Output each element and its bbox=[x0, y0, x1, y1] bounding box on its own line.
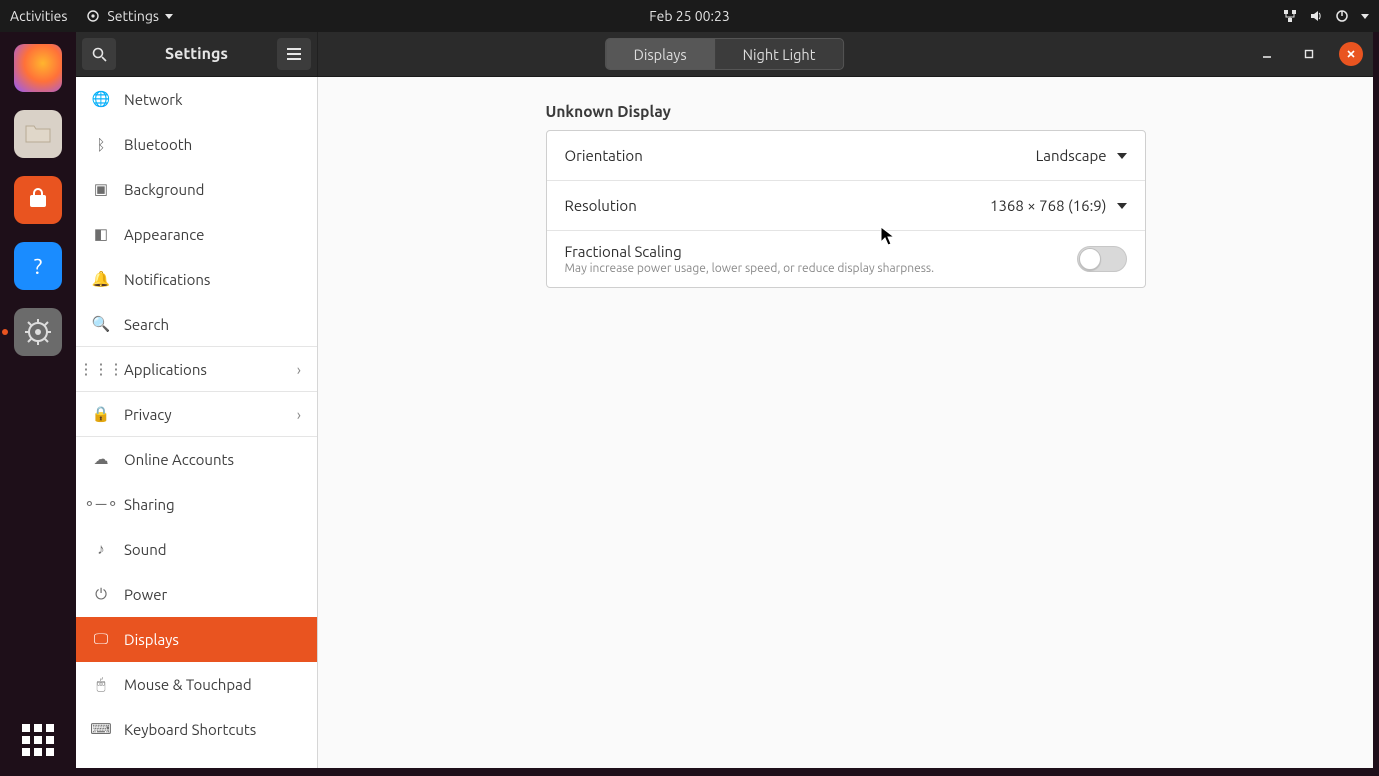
activities-button[interactable]: Activities bbox=[10, 8, 67, 24]
tab-displays[interactable]: Displays bbox=[606, 39, 715, 69]
app-menu-label: Settings bbox=[107, 8, 159, 24]
chevron-down-icon bbox=[1117, 153, 1127, 159]
sidebar-item-label: Notifications bbox=[124, 271, 210, 288]
sidebar-item-label: Appearance bbox=[124, 226, 204, 243]
notifications-icon: 🔔 bbox=[92, 270, 110, 288]
bluetooth-icon: ᛒ bbox=[92, 136, 110, 153]
sidebar-item-label: Bluetooth bbox=[124, 136, 192, 153]
window-title: Settings bbox=[122, 45, 271, 63]
globe-icon: 🌐 bbox=[92, 90, 110, 108]
sidebar-item-mouse-touchpad[interactable]: 🖱 Mouse & Touchpad bbox=[76, 662, 317, 707]
resolution-dropdown[interactable]: 1368 × 768 (16:9) bbox=[990, 197, 1127, 214]
sidebar-item-label: Online Accounts bbox=[124, 451, 234, 468]
privacy-icon: 🔒 bbox=[92, 405, 110, 423]
sidebar-item-label: Network bbox=[124, 91, 183, 108]
minimize-icon bbox=[1262, 49, 1272, 59]
view-switcher: Displays Night Light bbox=[605, 38, 845, 70]
sidebar-item-sharing[interactable]: ⚬─⚬ Sharing bbox=[76, 482, 317, 527]
keyboard-icon: ⌨ bbox=[92, 720, 110, 738]
hamburger-icon bbox=[286, 47, 302, 61]
resolution-value: 1368 × 768 (16:9) bbox=[990, 197, 1107, 214]
sidebar-item-appearance[interactable]: ◧ Appearance bbox=[76, 212, 317, 257]
maximize-icon bbox=[1304, 49, 1314, 59]
sidebar-item-bluetooth[interactable]: ᛒ Bluetooth bbox=[76, 122, 317, 167]
sidebar-item-keyboard-shortcuts[interactable]: ⌨ Keyboard Shortcuts bbox=[76, 707, 317, 752]
sharing-icon: ⚬─⚬ bbox=[92, 495, 110, 513]
appearance-icon: ◧ bbox=[92, 225, 110, 243]
dock-app-files[interactable] bbox=[14, 110, 62, 158]
orientation-label: Orientation bbox=[565, 147, 643, 164]
dock: ? bbox=[0, 32, 76, 776]
sidebar-item-background[interactable]: ▣ Background bbox=[76, 167, 317, 212]
sidebar-item-label: Search bbox=[124, 316, 169, 333]
close-icon bbox=[1346, 49, 1356, 59]
sidebar-item-label: Power bbox=[124, 586, 167, 603]
orientation-row[interactable]: Orientation Landscape bbox=[547, 131, 1145, 181]
volume-icon[interactable] bbox=[1309, 9, 1323, 23]
window-close-button[interactable] bbox=[1339, 42, 1363, 66]
content-area: Unknown Display Orientation Landscape Re… bbox=[318, 77, 1373, 768]
gnome-top-panel: Activities Settings Feb 25 00:23 bbox=[0, 0, 1379, 32]
fractional-scaling-switch[interactable] bbox=[1077, 246, 1127, 272]
sidebar-item-power[interactable]: ⏻ Power bbox=[76, 572, 317, 617]
settings-sidebar[interactable]: 🌐 Network ᛒ Bluetooth ▣ Background ◧ Appeara… bbox=[76, 77, 318, 768]
sidebar-item-label: Sharing bbox=[124, 496, 175, 513]
fractional-scaling-row: Fractional Scaling May increase power us… bbox=[547, 231, 1145, 287]
network-icon[interactable] bbox=[1283, 9, 1297, 23]
sidebar-item-displays[interactable]: 🖵 Displays bbox=[76, 617, 317, 662]
search-button[interactable] bbox=[82, 38, 116, 70]
orientation-value: Landscape bbox=[1036, 147, 1107, 164]
power-icon[interactable] bbox=[1335, 9, 1349, 23]
applications-icon: ⋮⋮⋮ bbox=[92, 360, 110, 378]
chevron-down-icon bbox=[1117, 203, 1127, 209]
tab-night-light[interactable]: Night Light bbox=[715, 39, 844, 69]
resolution-label: Resolution bbox=[565, 197, 637, 214]
sidebar-item-search[interactable]: 🔍 Search bbox=[76, 302, 317, 347]
sidebar-item-label: Keyboard Shortcuts bbox=[124, 721, 256, 738]
background-icon: ▣ bbox=[92, 180, 110, 198]
chevron-down-icon bbox=[165, 14, 173, 19]
fractional-scaling-label: Fractional Scaling bbox=[565, 243, 935, 260]
mouse-icon: 🖱 bbox=[92, 675, 110, 693]
sidebar-item-sound[interactable]: ♪ Sound bbox=[76, 527, 317, 572]
dock-app-help[interactable]: ? bbox=[14, 242, 62, 290]
displays-icon: 🖵 bbox=[92, 630, 110, 648]
window-minimize-button[interactable] bbox=[1255, 42, 1279, 66]
fractional-scaling-subtext: May increase power usage, lower speed, o… bbox=[565, 262, 935, 275]
orientation-dropdown[interactable]: Landscape bbox=[1036, 147, 1127, 164]
search-icon bbox=[91, 46, 107, 62]
chevron-down-icon[interactable] bbox=[1361, 14, 1369, 19]
sidebar-item-online-accounts[interactable]: ☁ Online Accounts bbox=[76, 437, 317, 482]
sidebar-item-label: Displays bbox=[124, 631, 179, 648]
app-menu[interactable]: Settings bbox=[85, 8, 173, 24]
sidebar-item-label: Privacy bbox=[124, 406, 172, 423]
sidebar-item-label: Sound bbox=[124, 541, 167, 558]
dock-app-applications[interactable] bbox=[20, 722, 56, 758]
dock-app-settings[interactable] bbox=[14, 308, 62, 356]
cloud-icon: ☁ bbox=[92, 450, 110, 468]
sound-icon: ♪ bbox=[92, 540, 110, 558]
sidebar-item-applications[interactable]: ⋮⋮⋮ Applications › bbox=[76, 347, 317, 392]
display-settings-panel: Orientation Landscape Resolution 1368 × … bbox=[546, 130, 1146, 288]
search-icon: 🔍 bbox=[92, 315, 110, 333]
sidebar-item-network[interactable]: 🌐 Network bbox=[76, 77, 317, 122]
chevron-right-icon: › bbox=[297, 406, 301, 423]
sidebar-item-privacy[interactable]: 🔒 Privacy › bbox=[76, 392, 317, 437]
gear-icon bbox=[85, 8, 101, 24]
resolution-row[interactable]: Resolution 1368 × 768 (16:9) bbox=[547, 181, 1145, 231]
dock-app-firefox[interactable] bbox=[14, 44, 62, 92]
settings-window: Settings Displays Night Light 🌐 Network ᛒ… bbox=[76, 32, 1373, 768]
sidebar-item-label: Applications bbox=[124, 361, 207, 378]
sidebar-item-label: Mouse & Touchpad bbox=[124, 676, 252, 693]
dock-app-software[interactable] bbox=[14, 176, 62, 224]
power-icon: ⏻ bbox=[92, 585, 110, 603]
sidebar-item-label: Background bbox=[124, 181, 204, 198]
clock[interactable]: Feb 25 00:23 bbox=[649, 8, 730, 24]
window-maximize-button[interactable] bbox=[1297, 42, 1321, 66]
hamburger-button[interactable] bbox=[277, 38, 311, 70]
sidebar-item-notifications[interactable]: 🔔 Notifications bbox=[76, 257, 317, 302]
section-title: Unknown Display bbox=[546, 103, 1146, 120]
chevron-right-icon: › bbox=[297, 361, 301, 378]
headerbar: Settings Displays Night Light bbox=[76, 32, 1373, 77]
